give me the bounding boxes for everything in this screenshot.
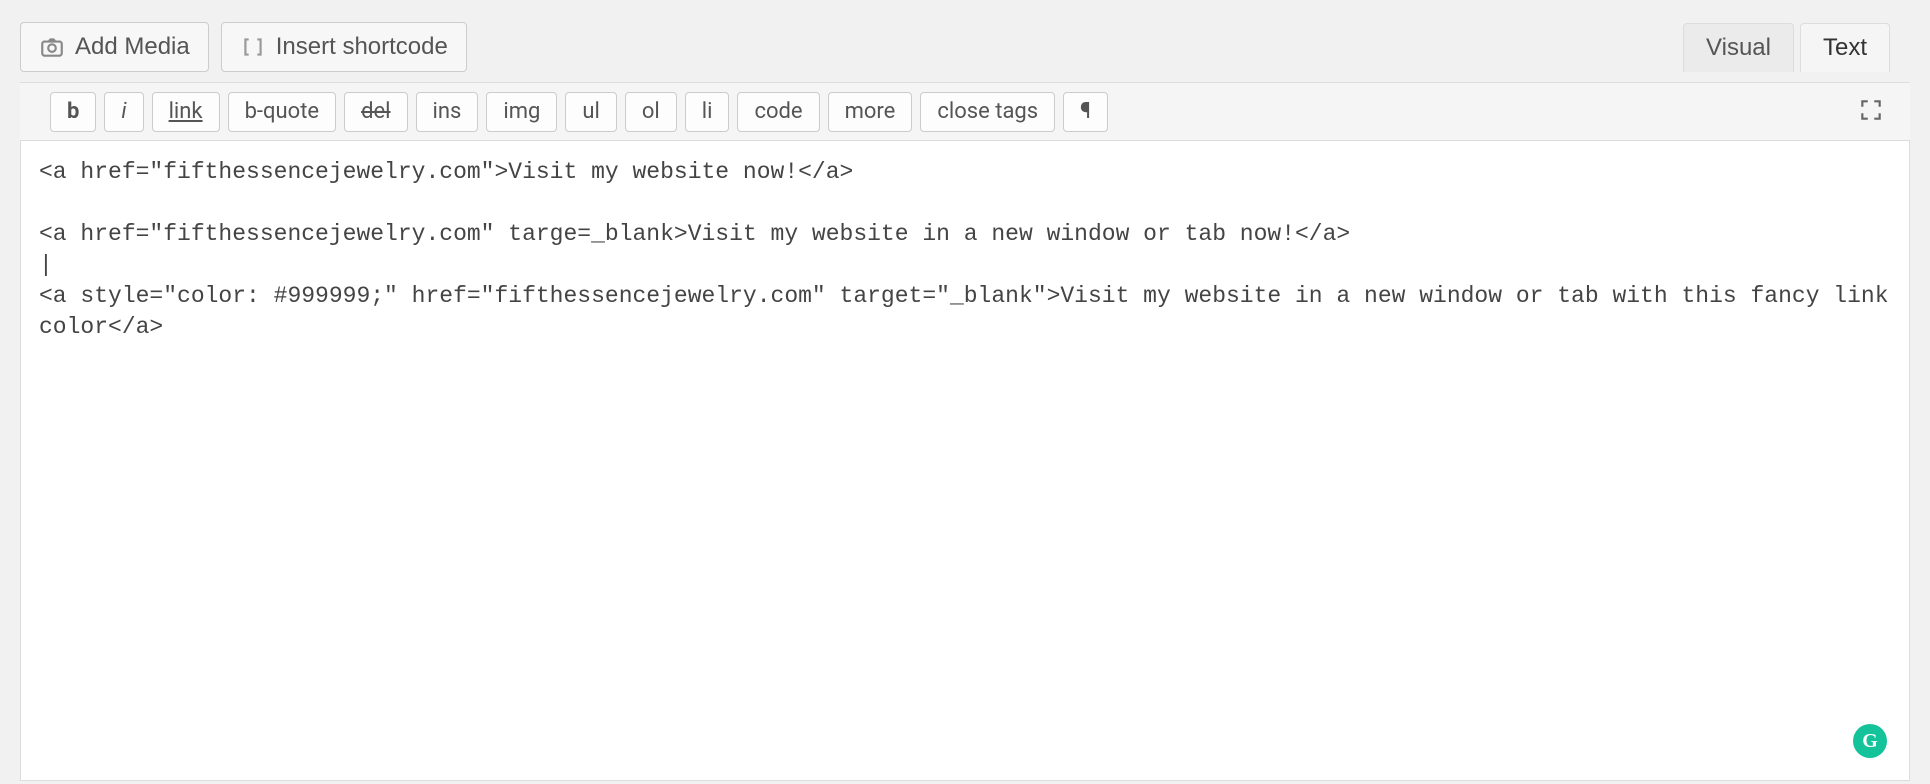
content-textarea[interactable]: [21, 141, 1909, 780]
add-media-label: Add Media: [75, 33, 190, 61]
qt-pilcrow-button[interactable]: ¶: [1063, 92, 1108, 132]
qt-code-button[interactable]: code: [737, 92, 819, 132]
shortcode-icon: [240, 34, 266, 60]
qt-italic-button[interactable]: i: [104, 92, 143, 132]
add-media-button[interactable]: Add Media: [20, 22, 209, 72]
quicktags-toolbar: b i link b-quote del ins img ul ol li co…: [20, 82, 1910, 141]
qt-bold-button[interactable]: b: [50, 92, 96, 132]
fullscreen-button[interactable]: [1852, 91, 1890, 132]
insert-shortcode-button[interactable]: Insert shortcode: [221, 22, 467, 72]
camera-icon: [39, 34, 65, 60]
qt-bquote-button[interactable]: b-quote: [228, 92, 336, 132]
qt-closetags-button[interactable]: close tags: [920, 92, 1055, 132]
insert-shortcode-label: Insert shortcode: [276, 33, 448, 61]
qt-ul-button[interactable]: ul: [565, 92, 616, 132]
qt-link-button[interactable]: link: [152, 92, 220, 132]
qt-del-button[interactable]: del: [344, 92, 407, 132]
qt-img-button[interactable]: img: [486, 92, 557, 132]
qt-ol-button[interactable]: ol: [625, 92, 677, 132]
editor-tabs: Visual Text: [1677, 23, 1910, 72]
editor-container: G: [20, 141, 1910, 781]
qt-li-button[interactable]: li: [685, 92, 730, 132]
qt-more-button[interactable]: more: [828, 92, 913, 132]
top-row: Add Media Insert shortcode Visual Text: [0, 0, 1930, 82]
grammarly-badge[interactable]: G: [1853, 724, 1887, 758]
fullscreen-icon: [1858, 111, 1884, 126]
editor-panel: Add Media Insert shortcode Visual Text b…: [0, 0, 1930, 781]
tab-text[interactable]: Text: [1800, 23, 1890, 72]
qt-ins-button[interactable]: ins: [416, 92, 479, 132]
tab-visual[interactable]: Visual: [1683, 23, 1794, 72]
